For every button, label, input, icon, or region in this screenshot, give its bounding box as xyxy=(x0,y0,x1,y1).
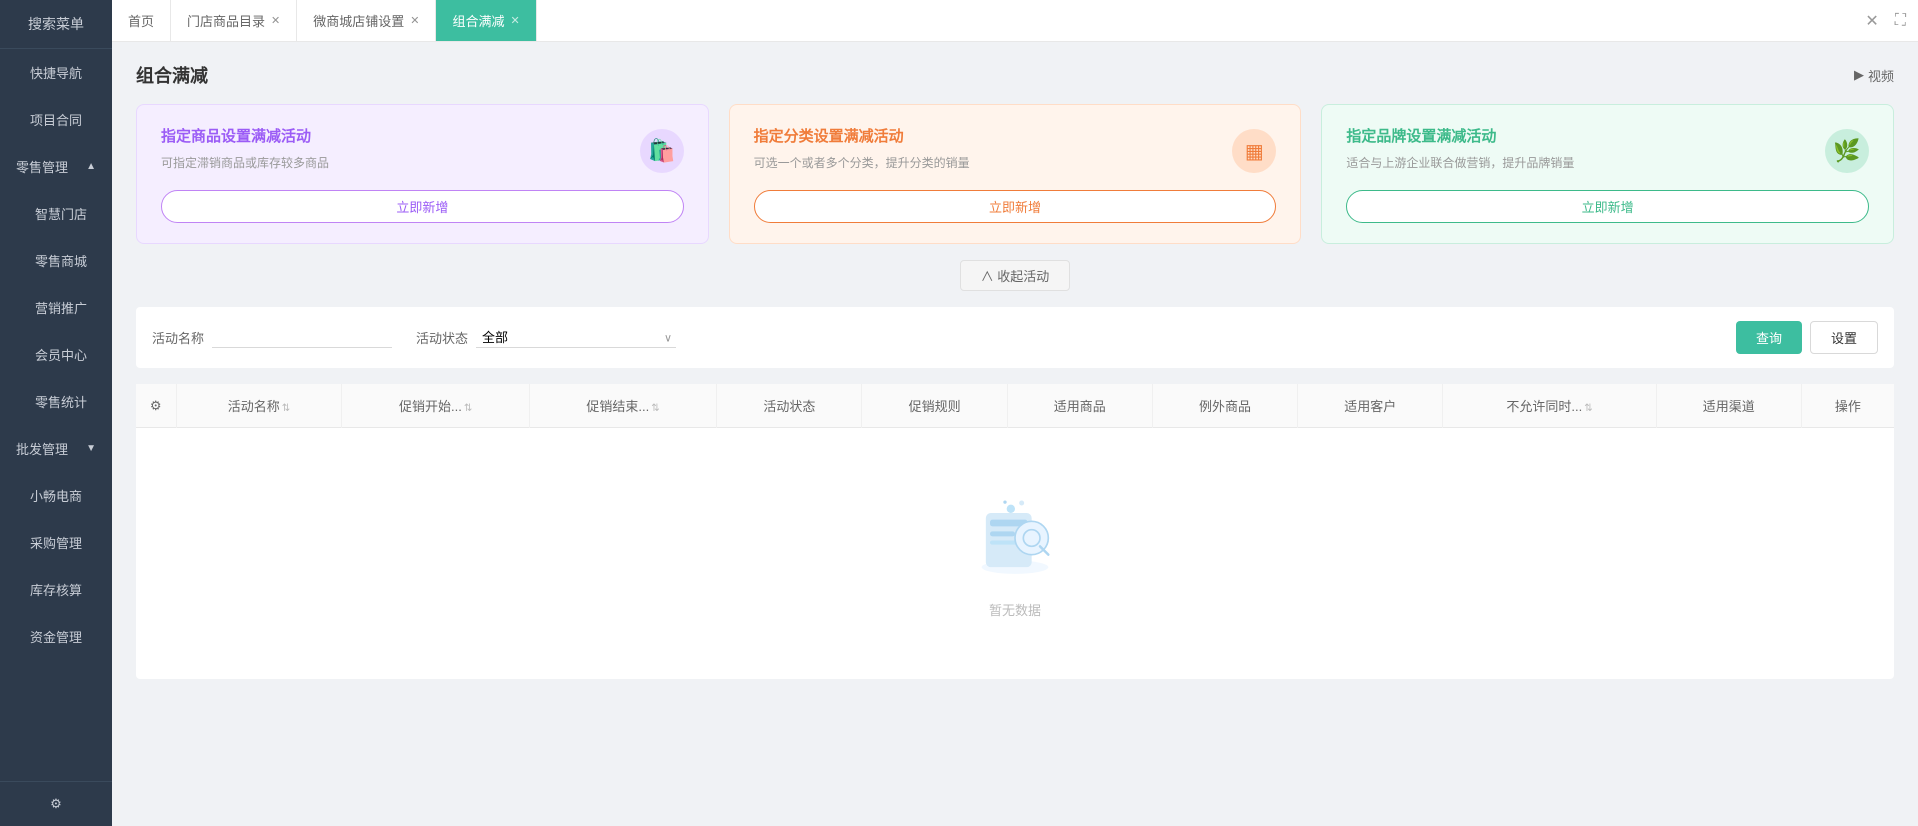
page-title: 组合满减 xyxy=(136,62,208,88)
sidebar-item-marketing[interactable]: 营销推广 xyxy=(0,284,112,331)
th-action: 操作 xyxy=(1801,384,1894,428)
sidebar-item-quick-nav[interactable]: 快捷导航 xyxy=(0,49,112,96)
tab-bar: 首页 门店商品目录 ✕ 微商城店铺设置 ✕ 组合满减 ✕ ✕ ⛶ xyxy=(112,0,1918,42)
sort-icon-promo-end: ⇅ xyxy=(651,403,659,414)
chevron-down-icon: ▼ xyxy=(86,443,96,454)
shopping-bag-icon: 🛍️ xyxy=(648,138,675,164)
th-applicable-channel: 适用渠道 xyxy=(1656,384,1801,428)
tab-actions: ✕ ⛶ xyxy=(1861,0,1918,41)
th-no-overlap[interactable]: 不允许同时...⇅ xyxy=(1443,384,1656,428)
play-icon: ▶ xyxy=(1854,67,1864,83)
th-applicable-goods: 适用商品 xyxy=(1007,384,1152,428)
page-header: 组合满减 ▶ 视频 xyxy=(136,62,1894,88)
card-brand-icon: 🌿 xyxy=(1825,129,1869,173)
collapse-button[interactable]: ∧ 收起活动 xyxy=(960,260,1071,291)
sidebar-item-capital-mgmt[interactable]: 资金管理 xyxy=(0,613,112,660)
th-excluded-goods: 例外商品 xyxy=(1152,384,1297,428)
th-promo-start[interactable]: 促销开始...⇅ xyxy=(342,384,529,428)
table-section: ⚙ 活动名称⇅ 促销开始...⇅ 促销结束...⇅ 活动状态 促销规 xyxy=(136,384,1894,679)
filter-status: 活动状态 全部 进行中 未开始 已结束 ∨ xyxy=(416,328,676,348)
th-promo-rule: 促销规则 xyxy=(862,384,1007,428)
tab-wechat-settings[interactable]: 微商城店铺设置 ✕ xyxy=(297,0,436,41)
tab-close-store-catalog[interactable]: ✕ xyxy=(271,14,280,27)
sidebar-item-retail-mall[interactable]: 零售商城 xyxy=(0,237,112,284)
sidebar-item-purchase-mgmt[interactable]: 采购管理 xyxy=(0,519,112,566)
leaf-icon: 🌿 xyxy=(1833,138,1860,164)
empty-icon xyxy=(965,488,1065,588)
cards-row: 指定商品设置满减活动 可指定滞销商品或库存较多商品 🛍️ 立即新增 指定分类设置… xyxy=(136,104,1894,244)
card-brand-desc: 适合与上游企业联合做营销，提升品牌销量 xyxy=(1346,154,1869,171)
card-product-btn[interactable]: 立即新增 xyxy=(161,190,684,223)
empty-text: 暂无数据 xyxy=(989,600,1041,619)
th-applicable-customers: 适用客户 xyxy=(1298,384,1443,428)
card-category-btn[interactable]: 立即新增 xyxy=(754,190,1277,223)
sort-icon-activity-name: ⇅ xyxy=(282,403,290,414)
sidebar-item-retail-mgmt[interactable]: 零售管理 ▲ xyxy=(0,143,112,190)
tab-close-wechat-settings[interactable]: ✕ xyxy=(410,14,419,27)
th-activity-status: 活动状态 xyxy=(717,384,862,428)
card-product-desc: 可指定滞销商品或库存较多商品 xyxy=(161,154,684,171)
sidebar-item-project-contract[interactable]: 项目合同 xyxy=(0,96,112,143)
card-brand: 指定品牌设置满减活动 适合与上游企业联合做营销，提升品牌销量 🌿 立即新增 xyxy=(1321,104,1894,244)
sidebar-item-smart-store[interactable]: 智慧门店 xyxy=(0,190,112,237)
video-link[interactable]: ▶ 视频 xyxy=(1854,66,1894,85)
filter-status-label: 活动状态 xyxy=(416,328,468,347)
chevron-up-icon: ▲ xyxy=(86,161,96,172)
sidebar-item-wholesale-mgmt[interactable]: 批发管理 ▼ xyxy=(0,425,112,472)
main-area: 首页 门店商品目录 ✕ 微商城店铺设置 ✕ 组合满减 ✕ ✕ ⛶ 组合满减 ▶ … xyxy=(112,0,1918,826)
card-category-desc: 可选一个或者多个分类，提升分类的销量 xyxy=(754,154,1277,171)
card-product: 指定商品设置满减活动 可指定滞销商品或库存较多商品 🛍️ 立即新增 xyxy=(136,104,709,244)
fullscreen-btn[interactable]: ⛶ xyxy=(1891,8,1910,34)
th-promo-end[interactable]: 促销结束...⇅ xyxy=(529,384,716,428)
collapse-bar: ∧ 收起活动 xyxy=(136,260,1894,291)
filter-status-select[interactable]: 全部 进行中 未开始 已结束 xyxy=(476,328,676,348)
tab-store-catalog[interactable]: 门店商品目录 ✕ xyxy=(171,0,297,41)
sidebar-item-stock-calc[interactable]: 库存核算 xyxy=(0,566,112,613)
sidebar-settings[interactable]: ⚙ xyxy=(0,781,112,826)
sidebar-item-xiaochange[interactable]: 小畅电商 xyxy=(0,472,112,519)
settings-button[interactable]: 设置 xyxy=(1810,321,1878,354)
filter-status-select-wrap: 全部 进行中 未开始 已结束 ∨ xyxy=(476,328,676,348)
sort-icon-no-overlap: ⇅ xyxy=(1584,403,1592,414)
sidebar-item-retail-stats[interactable]: 零售统计 xyxy=(0,378,112,425)
table-header-row: ⚙ 活动名称⇅ 促销开始...⇅ 促销结束...⇅ 活动状态 促销规 xyxy=(136,384,1894,428)
card-product-title: 指定商品设置满减活动 xyxy=(161,125,684,146)
card-category: 指定分类设置满减活动 可选一个或者多个分类，提升分类的销量 ▦ 立即新增 xyxy=(729,104,1302,244)
tab-combo-discount[interactable]: 组合满减 ✕ xyxy=(436,0,536,41)
grid-icon: ▦ xyxy=(1245,139,1264,164)
page-content: 组合满减 ▶ 视频 指定商品设置满减活动 可指定滞销商品或库存较多商品 🛍️ 立… xyxy=(112,42,1918,826)
card-product-icon: 🛍️ xyxy=(640,129,684,173)
filter-name: 活动名称 xyxy=(152,328,392,348)
sidebar: 搜索菜单 快捷导航 项目合同 零售管理 ▲ 智慧门店 零售商城 营销推广 会员中… xyxy=(0,0,112,826)
query-button[interactable]: 查询 xyxy=(1736,321,1802,354)
filter-actions: 查询 设置 xyxy=(1736,321,1878,354)
filter-row: 活动名称 活动状态 全部 进行中 未开始 已结束 ∨ 查询 设置 xyxy=(136,307,1894,368)
card-brand-title: 指定品牌设置满减活动 xyxy=(1346,125,1869,146)
tab-close-combo-discount[interactable]: ✕ xyxy=(511,14,520,27)
th-gear[interactable]: ⚙ xyxy=(136,384,176,428)
sort-icon-promo-start: ⇅ xyxy=(464,403,472,414)
sidebar-item-member-center[interactable]: 会员中心 xyxy=(0,331,112,378)
th-activity-name[interactable]: 活动名称⇅ xyxy=(176,384,342,428)
tab-home[interactable]: 首页 xyxy=(112,0,171,41)
activity-table: ⚙ 活动名称⇅ 促销开始...⇅ 促销结束...⇅ 活动状态 促销规 xyxy=(136,384,1894,428)
card-brand-btn[interactable]: 立即新增 xyxy=(1346,190,1869,223)
sidebar-search[interactable]: 搜索菜单 xyxy=(0,0,112,49)
table-wrap: ⚙ 活动名称⇅ 促销开始...⇅ 促销结束...⇅ 活动状态 促销规 xyxy=(136,384,1894,428)
close-window-btn[interactable]: ✕ xyxy=(1861,7,1882,35)
empty-state: 暂无数据 xyxy=(136,428,1894,679)
filter-name-label: 活动名称 xyxy=(152,328,204,347)
card-category-title: 指定分类设置满减活动 xyxy=(754,125,1277,146)
filter-name-input[interactable] xyxy=(212,328,392,348)
